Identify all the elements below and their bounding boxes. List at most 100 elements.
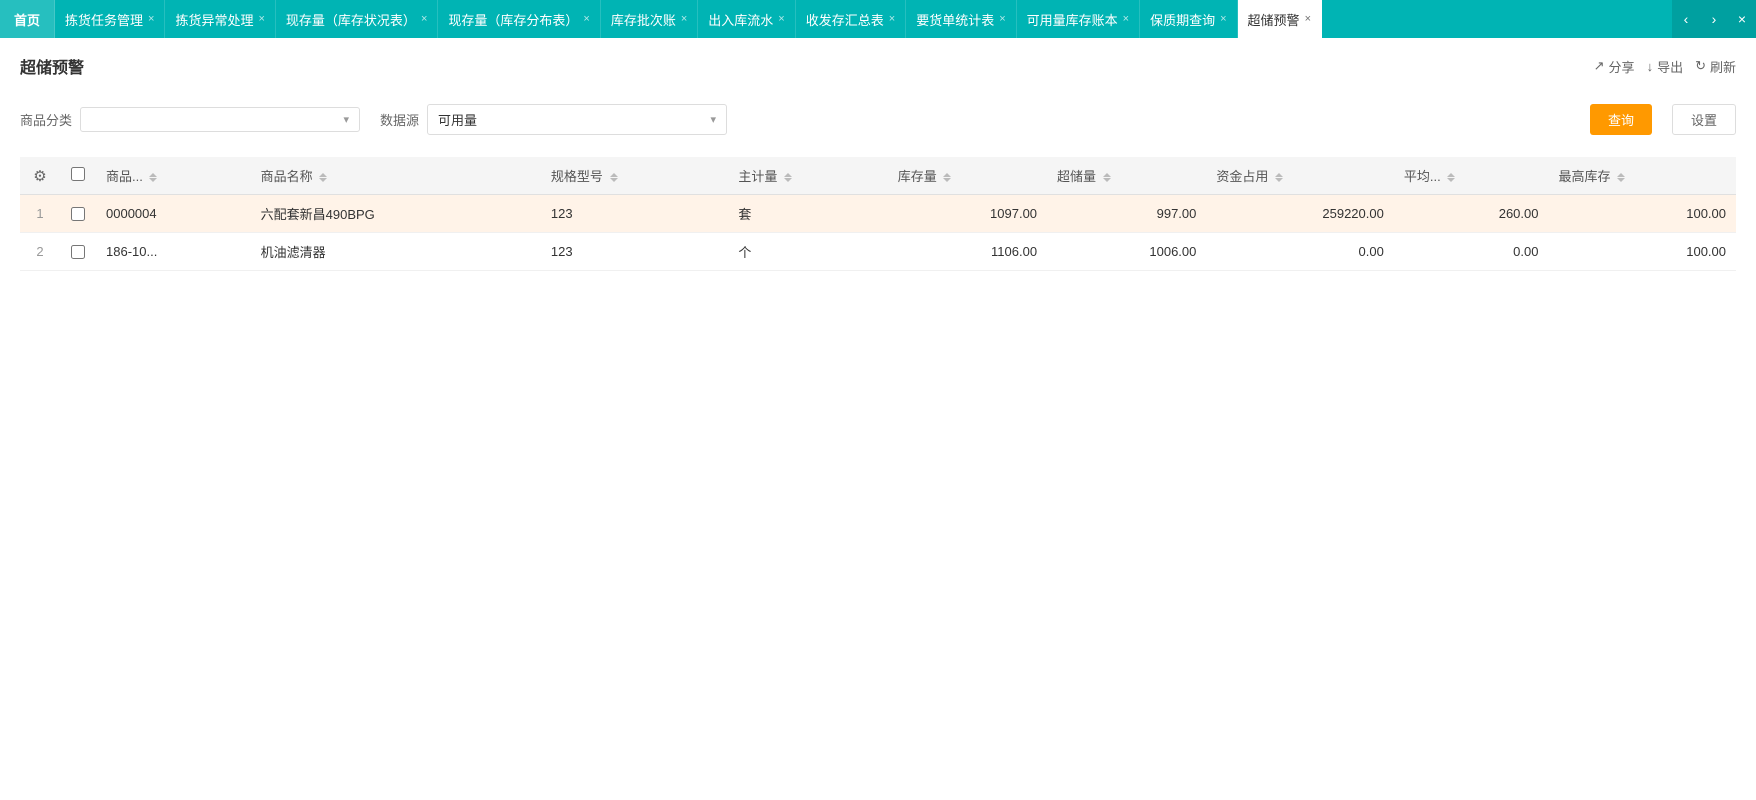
nav-home[interactable]: 首页 (0, 0, 55, 38)
nav-overstock[interactable]: 超储预警 × (1238, 0, 1322, 38)
row-capital: 259220.00 (1206, 195, 1393, 233)
header-actions: ↗ 分享 ↓ 导出 ↻ 刷新 (1594, 57, 1736, 76)
sort-overstock-icon (1103, 173, 1111, 182)
sort-capital-icon (1275, 173, 1283, 182)
row-capital: 0.00 (1206, 233, 1393, 271)
refresh-button[interactable]: ↻ 刷新 (1695, 57, 1736, 76)
nav-available[interactable]: 可用量库存账本 × (1017, 0, 1140, 38)
row-checkbox-cell (60, 195, 96, 233)
nav-inventory-dist[interactable]: 现存量（库存分布表） × (438, 0, 600, 38)
th-product-code-label: 商品... (106, 169, 143, 184)
row-product-code: 0000004 (96, 195, 251, 233)
th-overstock-label: 超储量 (1057, 169, 1096, 184)
th-overstock[interactable]: 超储量 (1047, 157, 1206, 195)
th-capital-label: 资金占用 (1216, 169, 1268, 184)
export-icon: ↓ (1647, 59, 1654, 74)
nav-next-button[interactable]: › (1700, 0, 1728, 38)
close-available-icon[interactable]: × (1123, 13, 1129, 25)
close-task-icon[interactable]: × (148, 13, 154, 25)
sort-avg-icon (1447, 173, 1455, 182)
row-spec: 123 (541, 195, 728, 233)
close-batch-icon[interactable]: × (681, 13, 687, 25)
row-checkbox[interactable] (71, 207, 85, 221)
query-button[interactable]: 查询 (1590, 104, 1652, 135)
table-row: 1 0000004 六配套新昌490BPG 123 套 1097.00 997.… (20, 195, 1736, 233)
close-collect-icon[interactable]: × (889, 13, 895, 25)
category-select[interactable]: ▾ (80, 107, 360, 132)
close-quality-icon[interactable]: × (1220, 13, 1226, 25)
th-gear[interactable]: ⚙ (20, 157, 60, 195)
th-avg[interactable]: 平均... (1394, 157, 1549, 195)
nav-quality[interactable]: 保质期查询 × (1140, 0, 1237, 38)
nav-collect[interactable]: 收发存汇总表 × (796, 0, 906, 38)
nav-abnormal[interactable]: 拣货异常处理 × (165, 0, 275, 38)
th-product-name[interactable]: 商品名称 (251, 157, 541, 195)
sort-product-name-icon (319, 173, 327, 182)
refresh-icon: ↻ (1695, 58, 1706, 74)
th-inventory[interactable]: 库存量 (888, 157, 1047, 195)
nav-batch[interactable]: 库存批次账 × (601, 0, 698, 38)
page-header: 超储预警 ↗ 分享 ↓ 导出 ↻ 刷新 (20, 54, 1736, 78)
sort-max-inv-icon (1617, 173, 1625, 182)
row-index: 1 (20, 195, 60, 233)
row-overstock: 1006.00 (1047, 233, 1206, 271)
row-overstock: 997.00 (1047, 195, 1206, 233)
close-order-stat-icon[interactable]: × (999, 13, 1005, 25)
nav-inventory-status[interactable]: 现存量（库存状况表） × (276, 0, 438, 38)
gear-icon[interactable]: ⚙ (33, 168, 46, 185)
th-unit[interactable]: 主计量 (728, 157, 887, 195)
close-inout-icon[interactable]: × (778, 13, 784, 25)
category-label: 商品分类 (20, 110, 72, 129)
datasource-filter: 数据源 可用量 ▾ (380, 104, 727, 135)
th-spec[interactable]: 规格型号 (541, 157, 728, 195)
th-max-inv[interactable]: 最高库存 (1548, 157, 1736, 195)
row-spec: 123 (541, 233, 728, 271)
category-caret-icon: ▾ (343, 113, 349, 126)
nav-arrows: ‹ › × (1672, 0, 1756, 38)
filter-row: 商品分类 ▾ 数据源 可用量 ▾ 查询 设置 (20, 94, 1736, 145)
row-product-name: 机油滤清器 (251, 233, 541, 271)
row-index: 2 (20, 233, 60, 271)
table-row: 2 186-10... 机油滤清器 123 个 1106.00 1006.00 … (20, 233, 1736, 271)
export-button[interactable]: ↓ 导出 (1647, 57, 1684, 76)
settings-button[interactable]: 设置 (1672, 104, 1736, 135)
close-inv-status-icon[interactable]: × (421, 13, 427, 25)
share-button[interactable]: ↗ 分享 (1594, 57, 1635, 76)
nav-order-stat[interactable]: 要货单统计表 × (906, 0, 1016, 38)
row-inventory: 1097.00 (888, 195, 1047, 233)
sort-product-code-icon (149, 173, 157, 182)
sort-spec-icon (610, 173, 618, 182)
select-all-checkbox[interactable] (71, 167, 85, 181)
sort-unit-icon (784, 173, 792, 182)
close-overstock-icon[interactable]: × (1305, 13, 1311, 25)
th-checkbox (60, 157, 96, 195)
th-product-code[interactable]: 商品... (96, 157, 251, 195)
nav-prev-button[interactable]: ‹ (1672, 0, 1700, 38)
share-icon: ↗ (1594, 58, 1605, 74)
row-max-inv: 100.00 (1548, 195, 1736, 233)
nav-task[interactable]: 拣货任务管理 × (55, 0, 165, 38)
close-inv-dist-icon[interactable]: × (583, 13, 589, 25)
datasource-label: 数据源 (380, 110, 419, 129)
row-inventory: 1106.00 (888, 233, 1047, 271)
th-unit-label: 主计量 (738, 169, 777, 184)
row-avg: 260.00 (1394, 195, 1549, 233)
row-product-name: 六配套新昌490BPG (251, 195, 541, 233)
th-inventory-label: 库存量 (898, 169, 937, 184)
row-max-inv: 100.00 (1548, 233, 1736, 271)
nav-close-button[interactable]: × (1728, 0, 1756, 38)
close-abnormal-icon[interactable]: × (258, 13, 264, 25)
th-capital[interactable]: 资金占用 (1206, 157, 1393, 195)
row-checkbox-cell (60, 233, 96, 271)
row-checkbox[interactable] (71, 245, 85, 259)
th-avg-label: 平均... (1404, 169, 1441, 184)
row-avg: 0.00 (1394, 233, 1549, 271)
table-body: 1 0000004 六配套新昌490BPG 123 套 1097.00 997.… (20, 195, 1736, 271)
datasource-select[interactable]: 可用量 ▾ (427, 104, 727, 135)
nav-inout[interactable]: 出入库流水 × (698, 0, 795, 38)
th-spec-label: 规格型号 (551, 169, 603, 184)
table-header-row: ⚙ 商品... 商品名称 规格型号 主计量 (20, 157, 1736, 195)
sort-inventory-icon (943, 173, 951, 182)
row-unit: 套 (728, 195, 887, 233)
th-max-inv-label: 最高库存 (1558, 169, 1610, 184)
